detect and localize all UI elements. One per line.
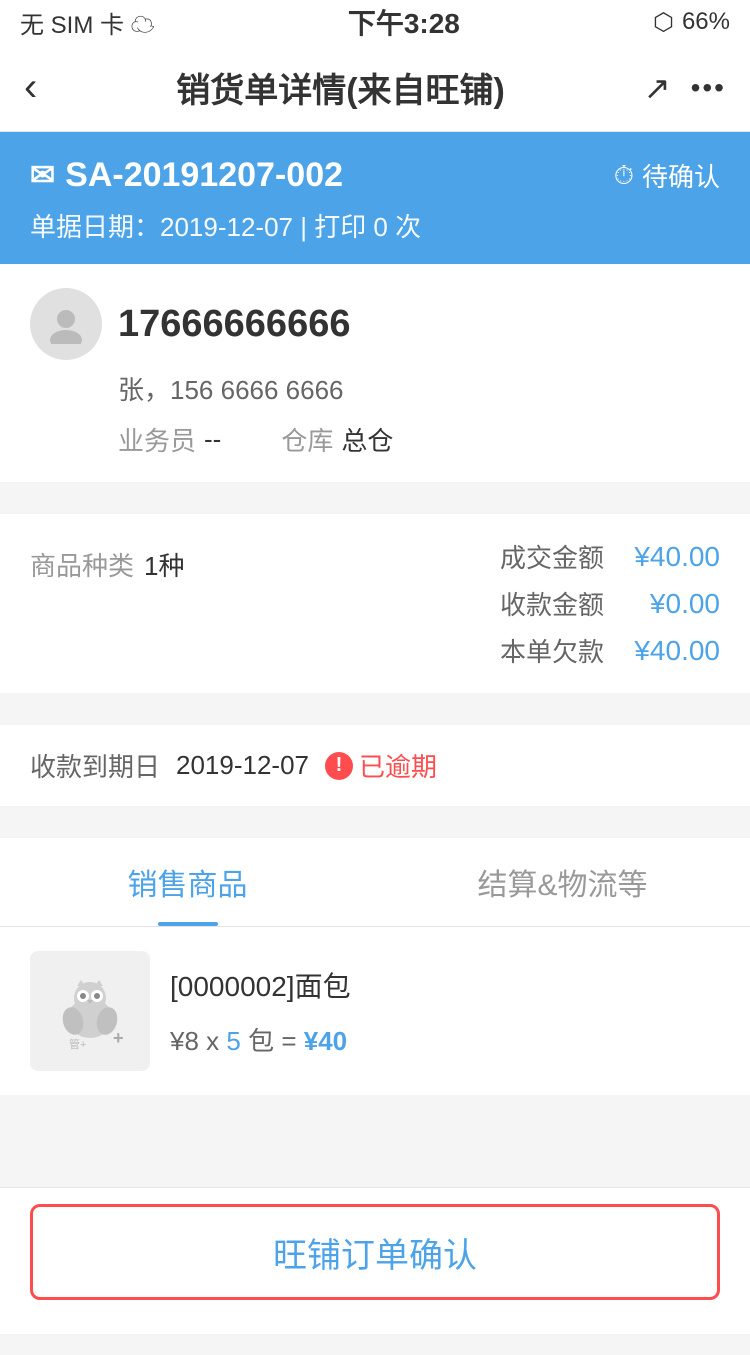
back-icon: ‹: [24, 65, 37, 109]
order-icon: ✉: [30, 158, 55, 193]
overdue-warning-icon: !: [325, 752, 353, 780]
overdue-badge: ! 已逾期: [325, 747, 437, 784]
due-date-label: 收款到期日: [30, 747, 160, 784]
more-icon[interactable]: •••: [691, 72, 726, 104]
product-item: + 管+ [0000002]面包 ¥8 x 5 包 = ¥40: [0, 927, 750, 1095]
status-bar: 无 SIM 卡 ☁ 下午3:28 ⬡ 66%: [0, 0, 750, 44]
transaction-value: ¥40.00: [620, 541, 720, 573]
order-header-card: ✉ SA-20191207-002 ⏱ 待确认 单据日期：2019-12-07 …: [0, 132, 750, 264]
tab-sales-goods[interactable]: 销售商品: [0, 838, 375, 926]
product-price-detail: ¥8 x 5 包 = ¥40: [170, 1021, 720, 1058]
tab-active-indicator: [158, 922, 218, 926]
product-name: [0000002]面包: [170, 965, 720, 1005]
warehouse-value: 总仓: [341, 421, 393, 458]
order-id: ✉ SA-20191207-002: [30, 156, 343, 195]
balance-label: 本单欠款: [500, 632, 604, 669]
battery-level: 66%: [682, 8, 730, 36]
tabs: 销售商品 结算&物流等: [0, 838, 750, 926]
nav-bar: ‹ 销货单详情(来自旺铺) ↗ •••: [0, 44, 750, 132]
product-total: ¥40: [304, 1026, 347, 1056]
battery-icon: ⬡: [653, 8, 674, 37]
goods-type-label: 商品种类: [30, 546, 134, 583]
goods-type-value: 1种: [144, 546, 184, 583]
svg-text:+: +: [113, 1028, 124, 1048]
sim-status: 无 SIM 卡 ☁: [20, 5, 155, 40]
order-id-text: SA-20191207-002: [65, 156, 343, 195]
customer-name: 张，156 6666 6666: [118, 370, 720, 407]
salesperson-value: --: [204, 424, 221, 455]
product-price-separator: x: [206, 1026, 226, 1056]
product-info: [0000002]面包 ¥8 x 5 包 = ¥40: [170, 965, 720, 1058]
product-equals: =: [281, 1026, 303, 1056]
product-thumb-svg: + 管+: [45, 966, 135, 1056]
share-icon[interactable]: ↗: [644, 69, 671, 107]
customer-phone: 17666666666: [118, 303, 350, 346]
order-date: 单据日期：2019-12-07 | 打印 0 次: [30, 207, 720, 244]
back-button[interactable]: ‹: [24, 65, 37, 110]
balance-value: ¥40.00: [620, 635, 720, 667]
tab-settlement[interactable]: 结算&物流等: [375, 838, 750, 926]
status-bar-right: ⬡ 66%: [653, 8, 730, 37]
svg-text:管+: 管+: [69, 1037, 86, 1051]
payment-row: 收款金额 ¥0.00: [500, 585, 720, 622]
payment-value: ¥0.00: [620, 588, 720, 620]
order-status: ⏱ 待确认: [614, 157, 720, 194]
status-bar-left: 无 SIM 卡 ☁: [20, 5, 155, 40]
page-title: 销货单详情(来自旺铺): [176, 63, 505, 112]
salesperson-label: 业务员: [118, 421, 196, 458]
product-section: + 管+ [0000002]面包 ¥8 x 5 包 = ¥40: [0, 927, 750, 1095]
due-date-card: 收款到期日 2019-12-07 ! 已逾期: [0, 725, 750, 806]
salesperson-info: 业务员 --: [118, 421, 221, 458]
product-quantity: 5: [226, 1026, 240, 1056]
clock-icon: ⏱: [614, 160, 634, 192]
product-unit: 包: [248, 1026, 274, 1056]
status-bar-time: 下午3:28: [348, 2, 460, 42]
customer-meta: 业务员 -- 仓库 总仓: [118, 421, 720, 458]
overdue-text: 已逾期: [359, 747, 437, 784]
order-status-text: 待确认: [642, 157, 720, 194]
customer-card: 17666666666 张，156 6666 6666 业务员 -- 仓库 总仓: [0, 264, 750, 482]
product-unit-price: ¥8: [170, 1026, 199, 1056]
amount-summary: 成交金额 ¥40.00 收款金额 ¥0.00 本单欠款 ¥40.00: [500, 538, 720, 669]
summary-card: 商品种类 1种 成交金额 ¥40.00 收款金额 ¥0.00 本单欠款 ¥40.…: [0, 514, 750, 693]
confirm-order-button[interactable]: 旺铺订单确认: [30, 1204, 720, 1300]
goods-type-info: 商品种类 1种: [30, 538, 184, 583]
customer-avatar: [30, 288, 102, 360]
tab-settlement-label: 结算&物流等: [477, 860, 647, 904]
separator-1: [0, 482, 750, 498]
warehouse-info: 仓库 总仓: [281, 421, 393, 458]
nav-actions: ↗ •••: [644, 69, 726, 107]
separator-2: [0, 693, 750, 709]
tabs-container: 销售商品 结算&物流等: [0, 838, 750, 927]
balance-row: 本单欠款 ¥40.00: [500, 632, 720, 669]
bottom-bar: 旺铺订单确认: [0, 1187, 750, 1334]
product-thumbnail: + 管+: [30, 951, 150, 1071]
transaction-row: 成交金额 ¥40.00: [500, 538, 720, 575]
due-date-value: 2019-12-07: [176, 750, 309, 781]
warehouse-label: 仓库: [281, 421, 333, 458]
payment-label: 收款金额: [500, 585, 604, 622]
transaction-label: 成交金额: [500, 538, 604, 575]
tab-sales-goods-label: 销售商品: [128, 860, 248, 904]
separator-3: [0, 806, 750, 822]
